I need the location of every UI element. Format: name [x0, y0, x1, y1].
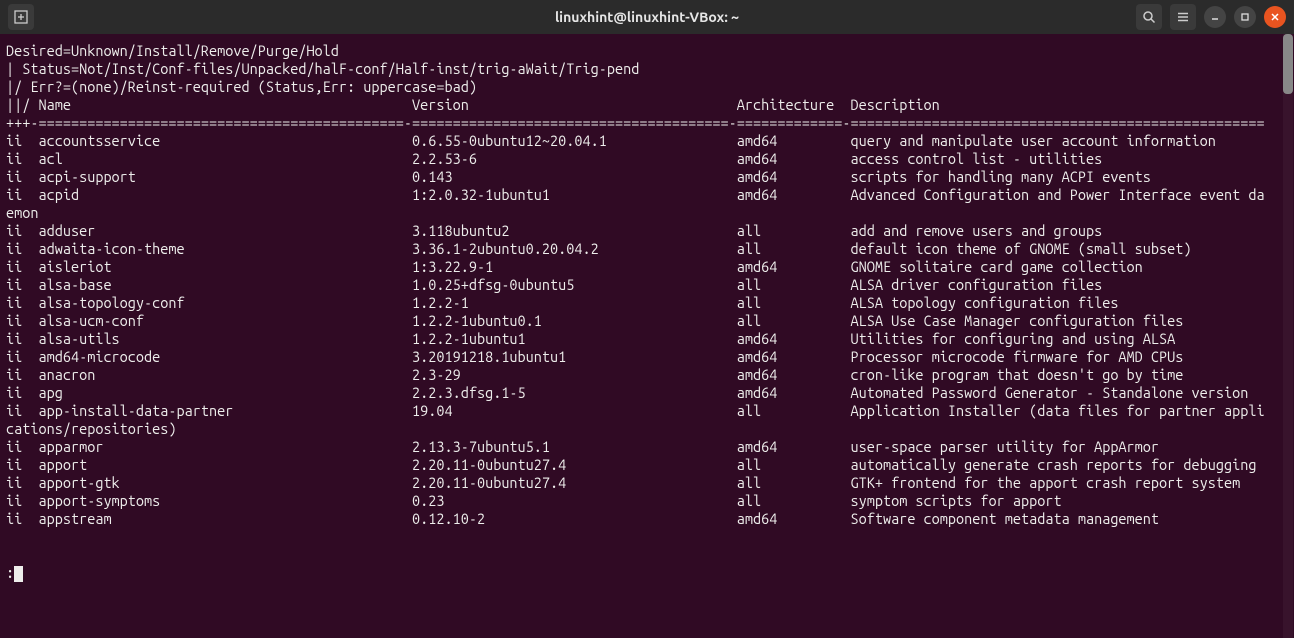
scrollbar-thumb[interactable]: [1283, 34, 1293, 94]
terminal-window: linuxhint@linuxhint-VBox: ~ Desired=Unkn…: [0, 0, 1294, 638]
terminal-output[interactable]: Desired=Unknown/Install/Remove/Purge/Hol…: [0, 34, 1294, 638]
menu-button[interactable]: [1170, 4, 1196, 30]
cursor: [14, 566, 23, 582]
terminal-text: Desired=Unknown/Install/Remove/Purge/Hol…: [6, 42, 1290, 528]
minimize-button[interactable]: [1204, 6, 1226, 28]
scrollbar-track[interactable]: [1283, 34, 1293, 638]
maximize-button[interactable]: [1234, 6, 1256, 28]
titlebar: linuxhint@linuxhint-VBox: ~: [0, 0, 1294, 34]
pager-prompt[interactable]: :: [6, 564, 1290, 582]
new-tab-button[interactable]: [8, 4, 34, 30]
window-title: linuxhint@linuxhint-VBox: ~: [0, 9, 1294, 25]
close-button[interactable]: [1264, 6, 1286, 28]
search-button[interactable]: [1136, 4, 1162, 30]
pager-prompt-text: :: [6, 564, 14, 581]
